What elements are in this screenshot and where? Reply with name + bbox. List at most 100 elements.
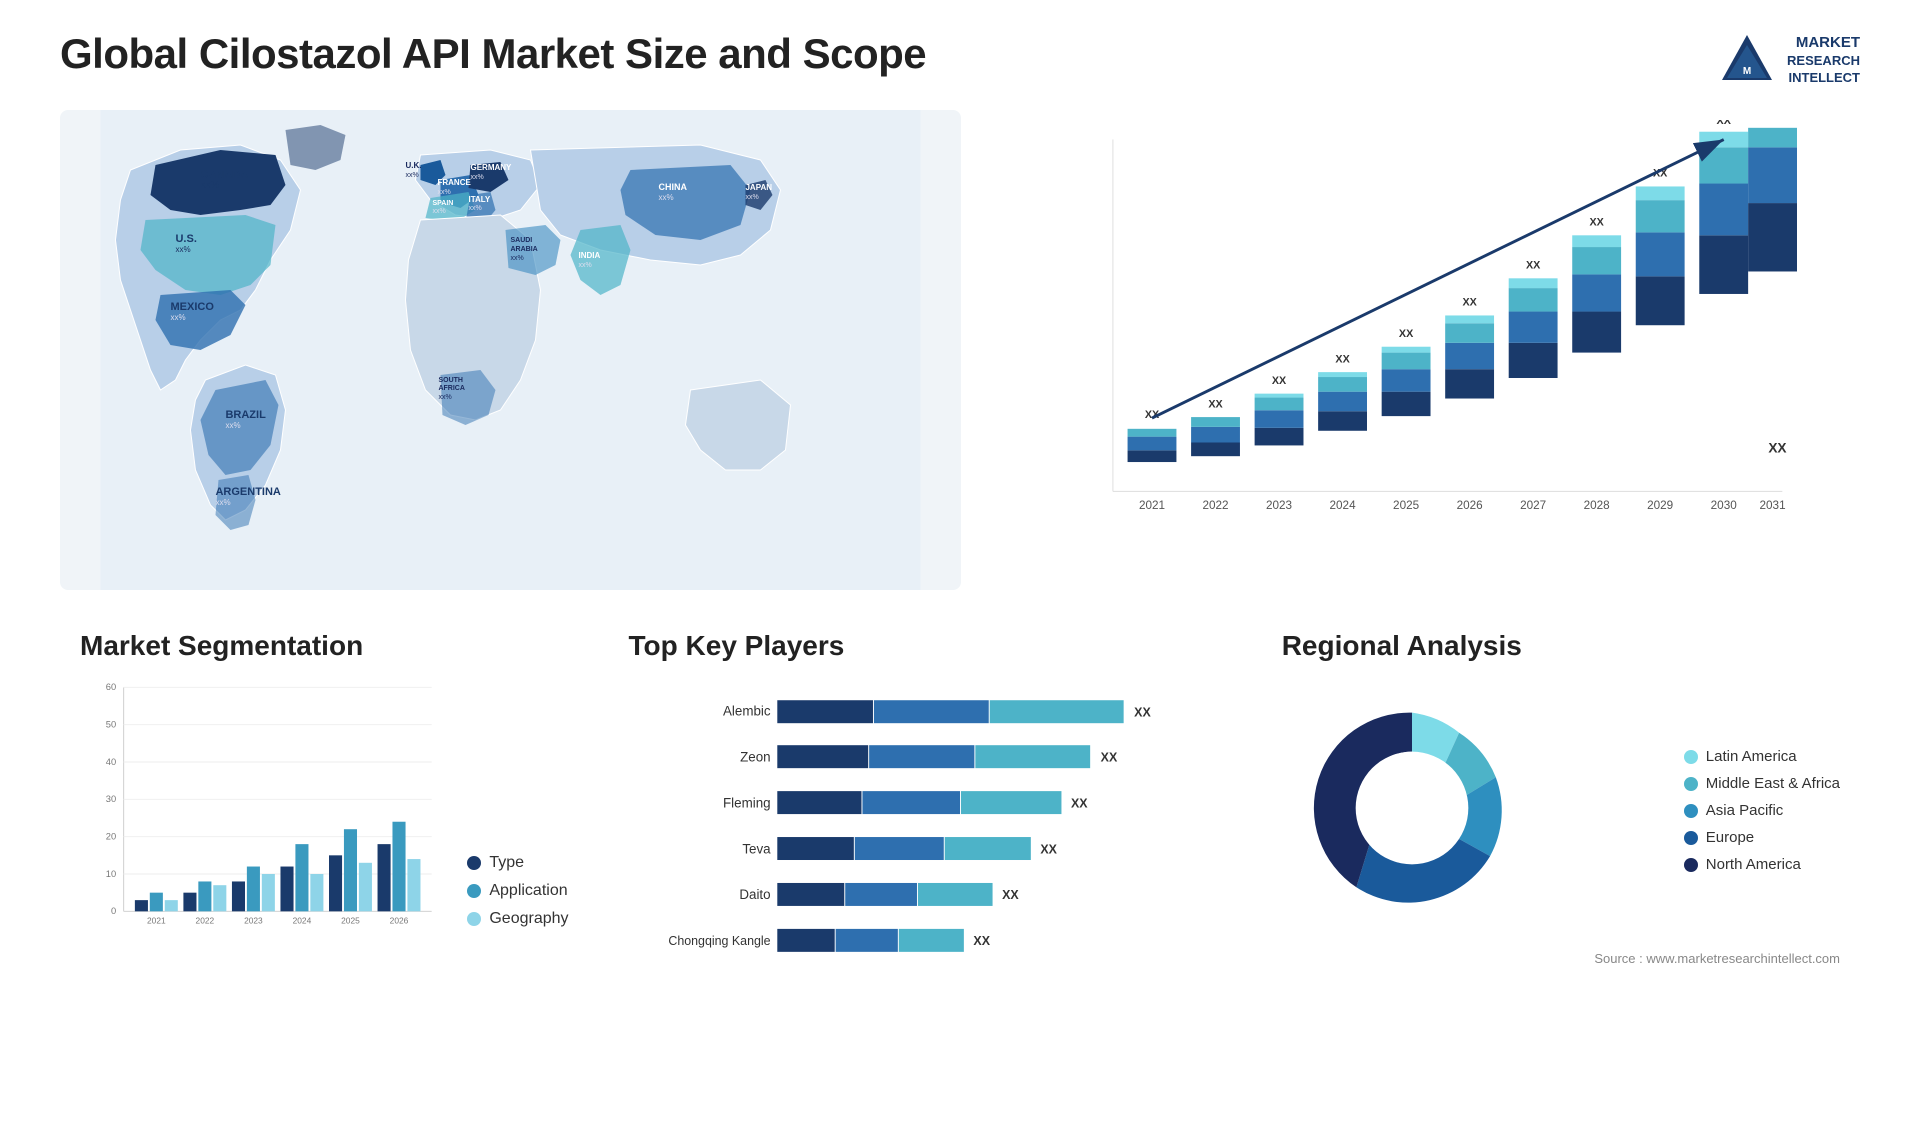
- reg-ap-dot: [1684, 804, 1698, 818]
- china-value: xx%: [658, 193, 673, 202]
- bar-2027-layer4: [1509, 278, 1558, 288]
- chongqing-bar1: [777, 929, 834, 952]
- bar-2026-layer3: [1445, 323, 1494, 343]
- mexico-value: xx%: [170, 313, 185, 322]
- seg-2023-app: [247, 867, 260, 912]
- player-teva: Teva: [742, 841, 771, 856]
- player-fleming: Fleming: [723, 795, 771, 810]
- player-alembic: Alembic: [723, 704, 771, 719]
- segmentation-title: Market Segmentation: [80, 630, 569, 662]
- soaf-value: xx%: [438, 394, 451, 401]
- zeon-value: XX: [1100, 750, 1117, 764]
- bar-2022-layer2: [1191, 427, 1240, 443]
- donut-area: [1282, 678, 1664, 943]
- bar-2027-layer2: [1509, 312, 1558, 343]
- bar-2024-layer4: [1318, 372, 1367, 377]
- year-2024: 2024: [1329, 499, 1356, 512]
- zeon-bar3: [975, 745, 1090, 768]
- legend-geography: Geography: [467, 910, 568, 928]
- bar-2031-label: XX: [1768, 440, 1786, 455]
- year-2022: 2022: [1202, 499, 1228, 512]
- seg-x-2025: 2025: [341, 915, 360, 925]
- zeon-bar2: [869, 745, 974, 768]
- page-title: Global Cilostazol API Market Size and Sc…: [60, 30, 926, 78]
- y-40: 40: [106, 757, 116, 767]
- bar-2029-layer2: [1636, 232, 1685, 276]
- india-value: xx%: [578, 262, 591, 269]
- player-daito: Daito: [739, 887, 770, 902]
- svg-text:M: M: [1743, 66, 1751, 77]
- bar-2025-value: XX: [1399, 328, 1414, 340]
- year-2028: 2028: [1584, 499, 1611, 512]
- seg-x-2022: 2022: [196, 915, 215, 925]
- bar-2031-layer1: [1748, 203, 1797, 271]
- brazil-label: BRAZIL: [225, 409, 266, 421]
- year-2023: 2023: [1266, 499, 1292, 512]
- year-2029: 2029: [1647, 499, 1673, 512]
- soaf-label: SOUTH: [438, 377, 463, 384]
- reg-asia-pacific: Asia Pacific: [1684, 802, 1840, 819]
- alembic-bar3: [989, 700, 1123, 723]
- seg-2021-geo: [165, 900, 178, 911]
- seg-2023-geo: [262, 874, 275, 911]
- world-map-svg: CANADA xx% U.S. xx% MEXICO xx% BRAZIL xx…: [60, 110, 961, 590]
- legend-app-label: Application: [489, 882, 567, 900]
- bar-2022-value: XX: [1208, 398, 1223, 410]
- bar-2026-layer1: [1445, 369, 1494, 398]
- bar-2026-value: XX: [1462, 297, 1477, 309]
- reg-eu-label: Europe: [1706, 829, 1754, 846]
- alembic-bar2: [873, 700, 988, 723]
- sa-value: xx%: [510, 255, 523, 262]
- regional-legend: Latin America Middle East & Africa Asia …: [1684, 748, 1840, 873]
- india-label: INDIA: [578, 251, 600, 260]
- seg-2022-type: [183, 893, 196, 912]
- bar-2026-layer2: [1445, 343, 1494, 369]
- zeon-bar1: [777, 745, 868, 768]
- y-50: 50: [106, 719, 116, 729]
- bar-2021-layer3: [1128, 429, 1177, 437]
- reg-na-label: North America: [1706, 856, 1801, 873]
- reg-latin-america: Latin America: [1684, 748, 1840, 765]
- bar-2030-value: XX: [1716, 120, 1731, 127]
- arg-value: xx%: [215, 498, 230, 507]
- alembic-value: XX: [1134, 705, 1151, 719]
- france-label: FRANCE: [437, 178, 471, 187]
- year-2021: 2021: [1139, 499, 1165, 512]
- seg-2025-geo: [359, 863, 372, 912]
- germany-label: GERMANY: [470, 163, 512, 172]
- bar-2022-layer3: [1191, 417, 1240, 427]
- bar-2028-layer4: [1572, 235, 1621, 247]
- reg-na-dot: [1684, 858, 1698, 872]
- daito-bar1: [777, 883, 844, 906]
- bar-2023-value: XX: [1272, 375, 1287, 387]
- y-60: 60: [106, 682, 116, 692]
- brazil-value: xx%: [225, 421, 240, 430]
- uk-label: U.K.: [405, 161, 421, 170]
- reg-europe: Europe: [1684, 829, 1840, 846]
- fleming-bar1: [777, 791, 861, 814]
- us-label: U.S.: [175, 233, 196, 245]
- legend-type-dot: [467, 856, 481, 870]
- bar-2023-layer2: [1255, 410, 1304, 428]
- seg-legend: Type Application Geography: [467, 854, 568, 958]
- bar-2027-layer3: [1509, 288, 1558, 311]
- bar-2026-layer4: [1445, 315, 1494, 323]
- chongqing-bar2: [835, 929, 897, 952]
- bar-2024-layer1: [1318, 411, 1367, 431]
- fleming-bar2: [862, 791, 960, 814]
- bottom-section: Market Segmentation 0 10 20 30: [60, 620, 1860, 1040]
- teva-bar1: [777, 837, 854, 860]
- players-section: Top Key Players Alembic XX Zeon XX Flemi…: [609, 620, 1242, 1040]
- seg-2026-type: [378, 844, 391, 911]
- donut-hole: [1355, 752, 1468, 865]
- bar-2023-layer4: [1255, 394, 1304, 398]
- seg-x-2024: 2024: [293, 915, 312, 925]
- seg-2024-type: [280, 867, 293, 912]
- logo-icon: M: [1717, 30, 1777, 90]
- bar-2030-layer2: [1699, 184, 1748, 236]
- japan-label: JAPAN: [745, 183, 772, 192]
- bar-2030-layer1: [1699, 235, 1748, 294]
- seg-x-2023: 2023: [244, 915, 263, 925]
- seg-2024-app: [295, 844, 308, 911]
- seg-2026-geo: [407, 859, 420, 911]
